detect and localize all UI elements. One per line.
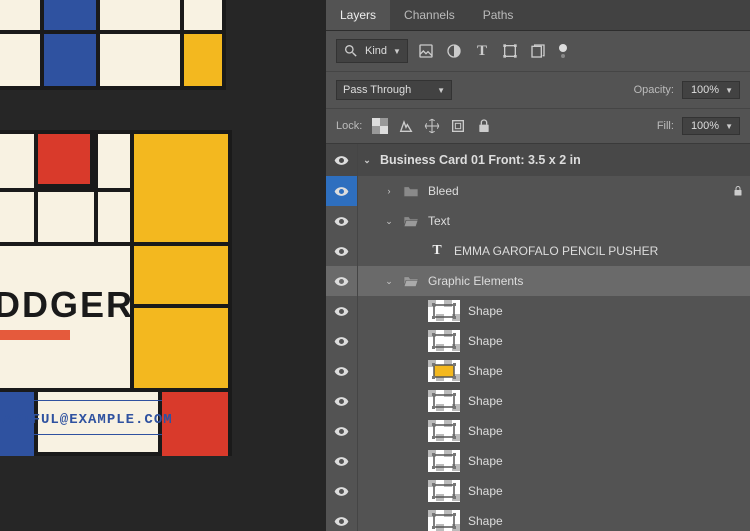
layer-row-shape[interactable]: Shape bbox=[326, 446, 750, 476]
shape-thumbnail bbox=[428, 390, 460, 412]
layer-row-shape[interactable]: Shape bbox=[326, 476, 750, 506]
folder-open-icon bbox=[402, 274, 420, 288]
tab-layers[interactable]: Layers bbox=[326, 0, 390, 30]
layer-label: Shape bbox=[468, 364, 503, 378]
type-layer-icon: T bbox=[428, 242, 446, 260]
chevron-down-icon: ▼ bbox=[437, 86, 445, 95]
business-card-front[interactable]: DDGER :ARTFUL@EXAMPLE.COM bbox=[0, 130, 232, 456]
layer-label: Text bbox=[428, 214, 450, 228]
fill-input[interactable]: 100%▼ bbox=[682, 117, 740, 135]
filter-shape-icon[interactable] bbox=[500, 42, 520, 60]
layer-row-shape[interactable]: Shape bbox=[326, 416, 750, 446]
business-card-top-fragment[interactable] bbox=[0, 0, 226, 90]
tab-channels[interactable]: Channels bbox=[390, 0, 469, 30]
layer-label: Shape bbox=[468, 454, 503, 468]
chevron-down-icon: ▼ bbox=[725, 122, 733, 131]
layer-row-graphic-elements[interactable]: ⌄ Graphic Elements bbox=[326, 266, 750, 296]
shape-thumbnail bbox=[428, 510, 460, 531]
shape-thumbnail bbox=[428, 420, 460, 442]
layers-panel: Layers Channels Paths Kind ▼ T Pass Thro… bbox=[326, 0, 750, 531]
lock-all-icon[interactable] bbox=[474, 117, 494, 135]
visibility-toggle[interactable] bbox=[326, 176, 358, 206]
shape-thumbnail bbox=[428, 300, 460, 322]
layer-row-shape[interactable]: Shape bbox=[326, 296, 750, 326]
filter-type-icon[interactable]: T bbox=[472, 42, 492, 60]
shape-thumbnail bbox=[428, 360, 460, 382]
layer-row-shape[interactable]: Shape bbox=[326, 356, 750, 386]
visibility-toggle[interactable] bbox=[326, 296, 358, 326]
filter-smartobject-icon[interactable] bbox=[528, 42, 548, 60]
canvas-area[interactable]: DDGER :ARTFUL@EXAMPLE.COM bbox=[0, 0, 326, 531]
layer-label: Shape bbox=[468, 514, 503, 528]
visibility-toggle[interactable] bbox=[326, 386, 358, 416]
disclosure-down-icon[interactable]: ⌄ bbox=[384, 276, 394, 287]
lock-bar: Lock: Fill: 100%▼ bbox=[326, 109, 750, 144]
disclosure-right-icon[interactable]: › bbox=[384, 186, 394, 196]
card-email-text[interactable]: :ARTFUL@EXAMPLE.COM bbox=[0, 412, 173, 428]
visibility-toggle[interactable] bbox=[326, 356, 358, 386]
layer-label: Graphic Elements bbox=[428, 274, 523, 288]
lock-label: Lock: bbox=[336, 120, 362, 132]
layer-row-bleed[interactable]: › Bleed bbox=[326, 176, 750, 206]
layer-label: EMMA GAROFALO PENCIL PUSHER bbox=[454, 244, 658, 258]
search-icon bbox=[343, 43, 359, 59]
visibility-toggle[interactable] bbox=[326, 144, 358, 176]
visibility-toggle[interactable] bbox=[326, 206, 358, 236]
chevron-down-icon: ▼ bbox=[725, 86, 733, 95]
shape-thumbnail bbox=[428, 480, 460, 502]
lock-position-icon[interactable] bbox=[422, 117, 442, 135]
lock-transparency-icon[interactable] bbox=[370, 117, 390, 135]
blend-mode-bar: Pass Through ▼ Opacity: 100%▼ bbox=[326, 72, 750, 109]
lock-pixels-icon[interactable] bbox=[396, 117, 416, 135]
layer-label: Shape bbox=[468, 334, 503, 348]
lock-artboard-icon[interactable] bbox=[448, 117, 468, 135]
layers-list[interactable]: ⌄ Business Card 01 Front: 3.5 x 2 in › B… bbox=[326, 144, 750, 531]
layer-row-shape[interactable]: Shape bbox=[326, 326, 750, 356]
filter-adjustment-icon[interactable] bbox=[444, 42, 464, 60]
blend-mode-dropdown[interactable]: Pass Through ▼ bbox=[336, 80, 452, 100]
layer-row-text-group[interactable]: ⌄ Text bbox=[326, 206, 750, 236]
layer-group-header[interactable]: ⌄ Business Card 01 Front: 3.5 x 2 in bbox=[326, 144, 750, 176]
visibility-toggle[interactable] bbox=[326, 416, 358, 446]
filter-pixel-icon[interactable] bbox=[416, 42, 436, 60]
visibility-toggle[interactable] bbox=[326, 506, 358, 531]
lock-indicator[interactable] bbox=[726, 185, 750, 197]
panel-tabs: Layers Channels Paths bbox=[326, 0, 750, 31]
layer-label: Bleed bbox=[428, 184, 459, 198]
disclosure-down-icon[interactable]: ⌄ bbox=[362, 155, 372, 166]
opacity-input[interactable]: 100%▼ bbox=[682, 81, 740, 99]
card-title-text[interactable]: DDGER bbox=[0, 284, 134, 326]
layer-row-shape[interactable]: Shape bbox=[326, 386, 750, 416]
visibility-toggle[interactable] bbox=[326, 476, 358, 506]
filter-toggle-switch[interactable] bbox=[556, 41, 570, 61]
layer-label: Shape bbox=[468, 394, 503, 408]
layer-filter-bar: Kind ▼ T bbox=[326, 31, 750, 72]
visibility-toggle[interactable] bbox=[326, 266, 358, 296]
visibility-toggle[interactable] bbox=[326, 326, 358, 356]
filter-kind-dropdown[interactable]: Kind ▼ bbox=[336, 39, 408, 63]
group-name: Business Card 01 Front: 3.5 x 2 in bbox=[380, 153, 581, 167]
folder-icon bbox=[402, 184, 420, 198]
blend-mode-value: Pass Through bbox=[343, 84, 411, 96]
fill-label: Fill: bbox=[657, 120, 674, 132]
layer-row-shape[interactable]: Shape bbox=[326, 506, 750, 531]
shape-thumbnail bbox=[428, 450, 460, 472]
shape-thumbnail bbox=[428, 330, 460, 352]
chevron-down-icon: ▼ bbox=[393, 47, 401, 56]
layer-row-text[interactable]: T EMMA GAROFALO PENCIL PUSHER bbox=[326, 236, 750, 266]
visibility-toggle[interactable] bbox=[326, 446, 358, 476]
layer-label: Shape bbox=[468, 484, 503, 498]
visibility-toggle[interactable] bbox=[326, 236, 358, 266]
layer-label: Shape bbox=[468, 424, 503, 438]
tab-paths[interactable]: Paths bbox=[469, 0, 528, 30]
layer-label: Shape bbox=[468, 304, 503, 318]
opacity-label: Opacity: bbox=[634, 84, 674, 96]
filter-kind-label: Kind bbox=[365, 45, 387, 57]
disclosure-down-icon[interactable]: ⌄ bbox=[384, 216, 394, 227]
folder-open-icon bbox=[402, 214, 420, 228]
